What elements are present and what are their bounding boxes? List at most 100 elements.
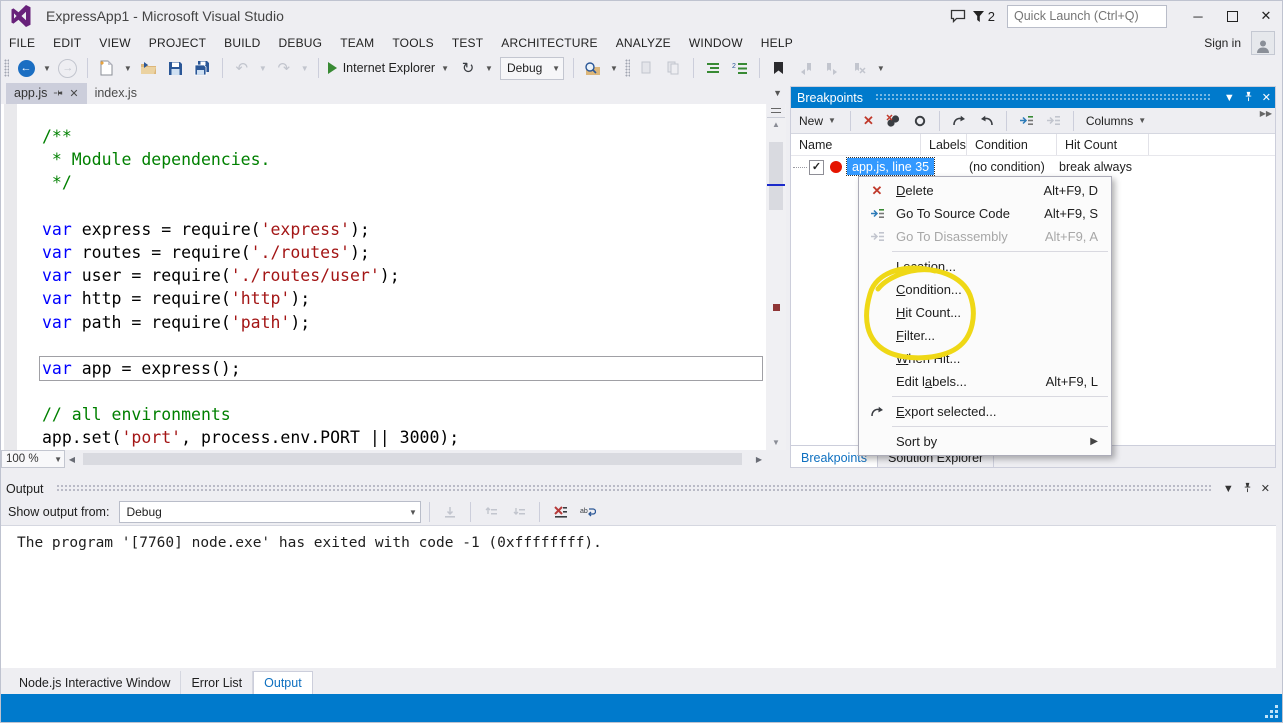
editor-tab-app.js[interactable]: app.js✕ [6, 83, 87, 104]
output-title-bar[interactable]: Output ▼ ✕ [0, 478, 1276, 499]
horizontal-scrollbar[interactable] [79, 450, 750, 468]
clear-all-output-button[interactable] [548, 500, 572, 524]
columns-button[interactable]: Columns ▼ [1082, 112, 1152, 130]
scroll-left-arrow[interactable]: ◀ [65, 455, 79, 464]
breakpoint-enabled-checkbox[interactable]: ✓ [809, 160, 824, 175]
pin-icon[interactable] [53, 88, 63, 98]
close-icon[interactable]: ✕ [69, 87, 78, 100]
context-menu-item-export-selected...[interactable]: Export selected... [859, 400, 1111, 423]
chevron-down-icon[interactable]: ▼ [52, 455, 64, 464]
quick-launch-box[interactable] [1007, 5, 1167, 28]
bookmark-button[interactable] [767, 56, 791, 80]
quick-launch-input[interactable] [1008, 9, 1179, 23]
chevron-down-icon[interactable]: ▼ [404, 502, 420, 522]
resize-grip[interactable] [1275, 715, 1278, 718]
scroll-right-arrow[interactable]: ▶ [752, 455, 766, 464]
delete-breakpoint-button[interactable]: ✕ [859, 111, 878, 131]
context-menu-item-location...[interactable]: Location... [859, 255, 1111, 278]
save-button[interactable] [164, 56, 188, 80]
breakpoints-title-bar[interactable]: Breakpoints ▼ ✕ [791, 87, 1275, 108]
menu-team[interactable]: TEAM [331, 33, 383, 53]
breakpoint-row[interactable]: ✓ app.js, line 35 (no condition) break a… [791, 158, 1275, 177]
find-dropdown[interactable]: ▼ [608, 64, 620, 73]
toggle-numbered-list-button[interactable]: 2 [728, 56, 752, 80]
vertical-scroll-thumb[interactable] [769, 142, 783, 210]
navigate-back-button[interactable]: ← [14, 56, 38, 80]
drag-handle[interactable] [875, 93, 1212, 102]
output-source-combo[interactable]: Debug ▼ [119, 501, 421, 523]
menu-project[interactable]: PROJECT [140, 33, 215, 53]
chevron-down-icon[interactable]: ▼ [826, 116, 838, 125]
context-menu-item-condition...[interactable]: Condition... [859, 278, 1111, 301]
start-debugging-button[interactable]: Internet Explorer ▼ [326, 56, 453, 80]
bottom-tab-output[interactable]: Output [253, 671, 313, 694]
browser-target-dropdown[interactable]: ▼ [439, 64, 451, 73]
minimize-button[interactable]: ─ [1181, 3, 1215, 29]
user-avatar[interactable] [1251, 31, 1275, 55]
breakpoint-name[interactable]: app.js, line 35 [847, 158, 934, 175]
toolbar-grip[interactable] [625, 59, 630, 77]
output-content[interactable]: The program '[7760] node.exe' has exited… [0, 525, 1276, 668]
window-position-dropdown[interactable]: ▼ [1223, 483, 1234, 495]
column-header-hit-count[interactable]: Hit Count [1057, 134, 1149, 155]
toggle-all-breakpoints-button[interactable] [909, 112, 931, 130]
pin-icon[interactable] [1242, 482, 1253, 496]
chevron-down-icon[interactable]: ▼ [1136, 116, 1148, 125]
context-menu-item-hit-count...[interactable]: Hit Count... [859, 301, 1111, 324]
open-file-button[interactable] [137, 56, 161, 80]
bottom-tab-error-list[interactable]: Error List [181, 671, 253, 694]
horizontal-scroll-thumb[interactable] [83, 453, 742, 465]
import-breakpoints-button[interactable] [975, 112, 998, 129]
context-menu-item-filter...[interactable]: Filter... [859, 324, 1111, 347]
feedback-icon[interactable] [946, 4, 970, 28]
scroll-up-arrow[interactable]: ▲ [766, 120, 786, 129]
drag-handle[interactable] [56, 484, 1211, 493]
delete-all-breakpoints-button[interactable] [882, 112, 905, 130]
new-breakpoint-button[interactable]: New ▼ [795, 112, 842, 130]
vertical-scrollbar[interactable]: ▲ ▼ [766, 104, 786, 450]
refresh-dropdown[interactable]: ▼ [483, 64, 495, 73]
split-window-handle[interactable] [767, 104, 785, 118]
scroll-down-arrow[interactable]: ▼ [766, 438, 786, 447]
column-header-name[interactable]: Name [791, 134, 921, 155]
maximize-button[interactable] [1215, 3, 1249, 29]
go-to-source-button[interactable] [1015, 112, 1038, 129]
context-menu-item-sort-by[interactable]: Sort by▶ [859, 430, 1111, 453]
document-list-dropdown[interactable]: ▼ [773, 88, 782, 98]
menu-window[interactable]: WINDOW [680, 33, 752, 53]
window-position-dropdown[interactable]: ▼ [1224, 92, 1235, 104]
menu-view[interactable]: VIEW [90, 33, 139, 53]
bottom-tab-node.js-interactive-window[interactable]: Node.js Interactive Window [8, 671, 181, 694]
menu-edit[interactable]: EDIT [44, 33, 90, 53]
indicator-margin[interactable] [4, 104, 17, 450]
save-all-button[interactable] [191, 56, 215, 80]
notifications-flag-icon[interactable]: 2 [970, 4, 997, 28]
toggle-word-wrap-button[interactable]: ab [576, 500, 600, 524]
navigate-back-dropdown[interactable]: ▼ [41, 64, 53, 73]
code-editor[interactable]: /** * Module dependencies. */ var expres… [0, 104, 786, 450]
menu-debug[interactable]: DEBUG [270, 33, 332, 53]
toolbar-grip[interactable] [4, 59, 9, 77]
new-file-button[interactable] [95, 56, 119, 80]
menu-file[interactable]: FILE [0, 33, 44, 53]
context-menu-item-go-to-source-code[interactable]: Go To Source CodeAlt+F9, S [859, 202, 1111, 225]
close-button[interactable]: ✕ [1249, 3, 1283, 29]
menu-analyze[interactable]: ANALYZE [607, 33, 680, 53]
menu-build[interactable]: BUILD [215, 33, 269, 53]
sign-in-link[interactable]: Sign in [1204, 36, 1241, 50]
menu-test[interactable]: TEST [443, 33, 492, 53]
close-icon[interactable]: ✕ [1262, 91, 1271, 104]
column-header-condition[interactable]: Condition [967, 134, 1057, 155]
new-file-dropdown[interactable]: ▼ [122, 64, 134, 73]
zoom-combo[interactable]: 100 % ▼ [1, 450, 65, 468]
editor-tab-index.js[interactable]: index.js [87, 83, 145, 104]
toolbar-overflow-icon[interactable]: ▶▶ [1260, 109, 1272, 118]
toggle-output-button[interactable] [701, 56, 725, 80]
menu-architecture[interactable]: ARCHITECTURE [492, 33, 606, 53]
refresh-button[interactable]: ↻ [456, 56, 480, 80]
pin-icon[interactable] [1243, 91, 1254, 105]
menu-help[interactable]: HELP [752, 33, 802, 53]
find-in-files-button[interactable] [581, 56, 605, 80]
toolbar-overflow-dropdown[interactable]: ▼ [875, 64, 887, 73]
solution-configuration-combo[interactable]: Debug ▼ [500, 57, 564, 80]
